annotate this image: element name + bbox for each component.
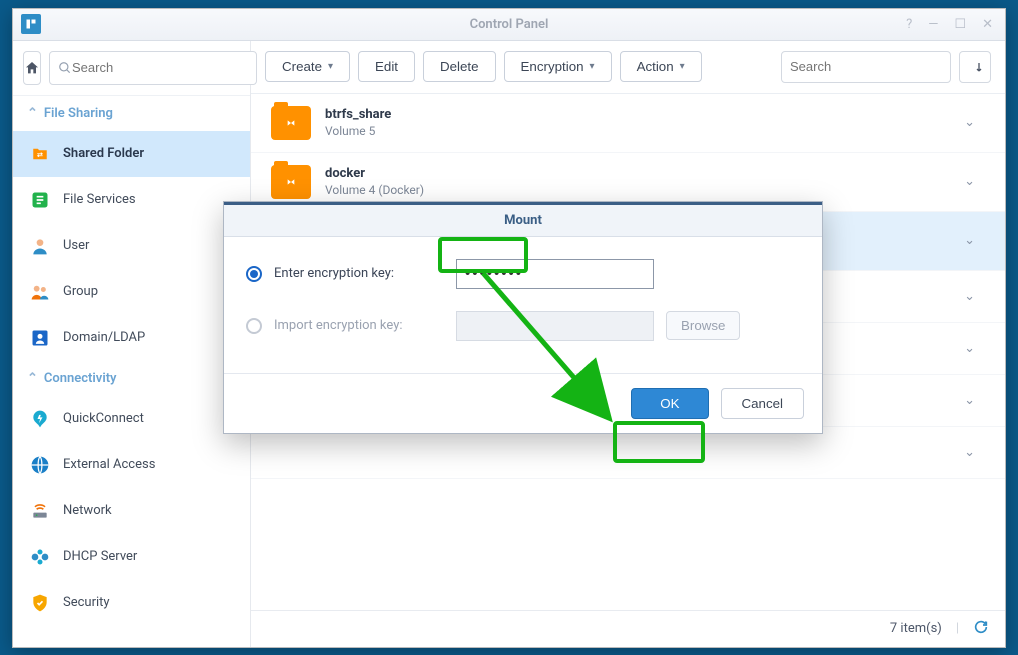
caret-down-icon: ▾ [328,61,333,72]
group-icon [29,281,51,303]
sidebar-item-label: Network [63,503,112,518]
sidebar-item-external-access[interactable]: External Access [13,442,250,488]
mount-dialog: Mount Enter encryption key: Import encry… [223,201,823,434]
sidebar-item-security[interactable]: Security [13,580,250,626]
home-icon [24,60,40,76]
sidebar-item-label: File Services [63,192,136,207]
window-title: Control Panel [13,17,1005,32]
folder-name: btrfs_share [325,107,950,122]
action-button[interactable]: Action▾ [620,51,702,82]
sort-icon [967,59,983,75]
domain-icon [29,327,51,349]
sidebar-item-label: Domain/LDAP [63,330,145,345]
reload-button[interactable] [973,619,989,639]
import-key-path [456,311,654,341]
chevron-down-icon[interactable]: ⌄ [964,174,985,189]
sidebar-item-label: Security [63,595,110,610]
titlebar: Control Panel ? — ☐ ✕ [13,9,1005,41]
item-count: 7 item(s) [890,621,942,636]
toolbar-search[interactable] [781,51,951,83]
browse-button[interactable]: Browse [666,311,740,340]
sidebar-item-dhcp[interactable]: DHCP Server [13,534,250,580]
network-icon [29,500,51,522]
sidebar-item-file-services[interactable]: File Services [13,177,250,223]
encryption-key-input[interactable] [456,259,654,289]
user-icon [29,235,51,257]
shield-icon [29,592,51,614]
section-label: Connectivity [44,371,117,386]
folder-row[interactable]: btrfs_share Volume 5 ⌄ [251,94,1005,153]
chevron-down-icon[interactable]: ⌄ [964,445,985,460]
toolbar: Create▾ Edit Delete Encryption▾ Action▾ [251,41,1005,94]
home-button[interactable] [23,51,41,85]
sidebar-item-group[interactable]: Group [13,269,250,315]
chevron-down-icon[interactable]: ⌄ [964,115,985,130]
radio-import-key[interactable] [246,318,262,334]
folder-name: docker [325,166,950,181]
ok-button[interactable]: OK [631,388,708,419]
folder-icon [271,106,311,140]
import-key-label: Import encryption key: [274,318,444,333]
radio-enter-key[interactable] [246,266,262,282]
sidebar-item-quickconnect[interactable]: QuickConnect [13,396,250,442]
quickconnect-icon [29,408,51,430]
statusbar: 7 item(s) | [251,610,1005,647]
chevron-down-icon[interactable]: ⌄ [964,289,985,304]
sidebar-item-domain-ldap[interactable]: Domain/LDAP [13,315,250,361]
sidebar-item-user[interactable]: User [13,223,250,269]
file-services-icon [29,189,51,211]
svg-text:⇄: ⇄ [37,151,43,159]
sidebar-item-label: Shared Folder [63,146,144,161]
chevron-up-icon: ⌃ [27,106,38,121]
sidebar-search-input[interactable] [72,60,248,75]
chevron-down-icon[interactable]: ⌄ [964,393,985,408]
chevron-down-icon[interactable]: ⌄ [964,233,985,248]
section-file-sharing[interactable]: ⌃ File Sharing [13,96,250,131]
control-panel-window: Control Panel ? — ☐ ✕ ⌃ File Sharing [12,8,1006,648]
section-label: File Sharing [44,106,113,121]
sidebar-search[interactable] [49,51,257,85]
sidebar-item-network[interactable]: Network [13,488,250,534]
chevron-down-icon[interactable]: ⌄ [964,341,985,356]
section-connectivity[interactable]: ⌃ Connectivity [13,361,250,396]
folder-icon [271,165,311,199]
caret-down-icon: ▾ [680,61,685,72]
folder-sub: Volume 4 (Docker) [325,183,950,197]
dhcp-icon [29,546,51,568]
sidebar-item-label: Group [63,284,98,299]
caret-down-icon: ▾ [590,61,595,72]
toolbar-search-input[interactable] [790,59,966,74]
share-folder-icon: ⇄ [29,143,51,165]
sidebar-item-label: QuickConnect [63,411,144,426]
search-icon [58,61,72,75]
reload-icon [973,619,989,635]
dialog-title: Mount [224,202,822,237]
edit-button[interactable]: Edit [358,51,415,82]
enter-key-label: Enter encryption key: [274,266,444,281]
sidebar-item-shared-folder[interactable]: ⇄ Shared Folder [13,131,250,177]
create-button[interactable]: Create▾ [265,51,350,82]
chevron-up-icon: ⌃ [27,371,38,386]
delete-button[interactable]: Delete [423,51,496,82]
sidebar: ⌃ File Sharing ⇄ Shared Folder File Serv… [13,41,251,647]
folder-sub: Volume 5 [325,124,950,138]
sort-button[interactable] [959,51,991,83]
sidebar-item-label: User [63,238,89,253]
sidebar-item-label: DHCP Server [63,549,137,564]
cancel-button[interactable]: Cancel [721,388,805,419]
globe-icon [29,454,51,476]
sidebar-item-label: External Access [63,457,155,472]
encryption-button[interactable]: Encryption▾ [504,51,612,82]
folder-row[interactable]: ⌄ [251,427,1005,479]
